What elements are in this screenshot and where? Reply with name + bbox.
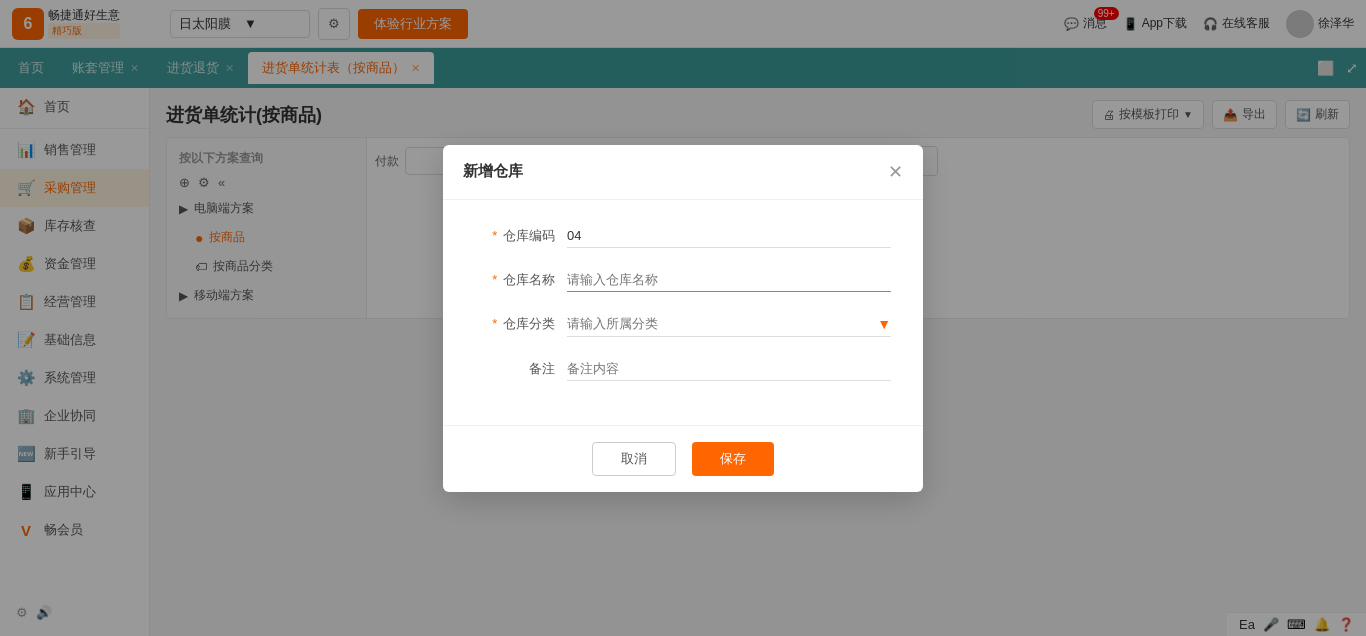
form-category-label: * 仓库分类 (475, 315, 555, 333)
warehouse-code-input[interactable] (567, 224, 891, 248)
form-row-note: 备注 (475, 357, 891, 381)
required-star-code: * (492, 228, 497, 243)
warehouse-note-input[interactable] (567, 357, 891, 381)
warehouse-category-select[interactable]: ▼ (567, 312, 891, 337)
form-row-name: * 仓库名称 (475, 268, 891, 292)
category-dropdown-icon: ▼ (877, 316, 891, 332)
form-note-label: 备注 (475, 360, 555, 378)
modal-body: * 仓库编码 * 仓库名称 * 仓库分类 (443, 200, 923, 425)
form-code-label: * 仓库编码 (475, 227, 555, 245)
save-button[interactable]: 保存 (692, 442, 774, 476)
form-row-code: * 仓库编码 (475, 224, 891, 248)
warehouse-category-input[interactable] (567, 316, 877, 331)
modal-title: 新增仓库 (463, 162, 523, 181)
cancel-button[interactable]: 取消 (592, 442, 676, 476)
form-row-category: * 仓库分类 ▼ (475, 312, 891, 337)
modal-header: 新增仓库 ✕ (443, 145, 923, 200)
modal-overlay[interactable]: 新增仓库 ✕ * 仓库编码 * 仓库名称 (0, 0, 1366, 636)
modal-footer: 取消 保存 (443, 425, 923, 492)
form-name-label: * 仓库名称 (475, 271, 555, 289)
required-star-name: * (492, 272, 497, 287)
warehouse-name-input[interactable] (567, 268, 891, 292)
required-star-category: * (492, 316, 497, 331)
modal-new-warehouse: 新增仓库 ✕ * 仓库编码 * 仓库名称 (443, 145, 923, 492)
modal-close-button[interactable]: ✕ (888, 161, 903, 183)
